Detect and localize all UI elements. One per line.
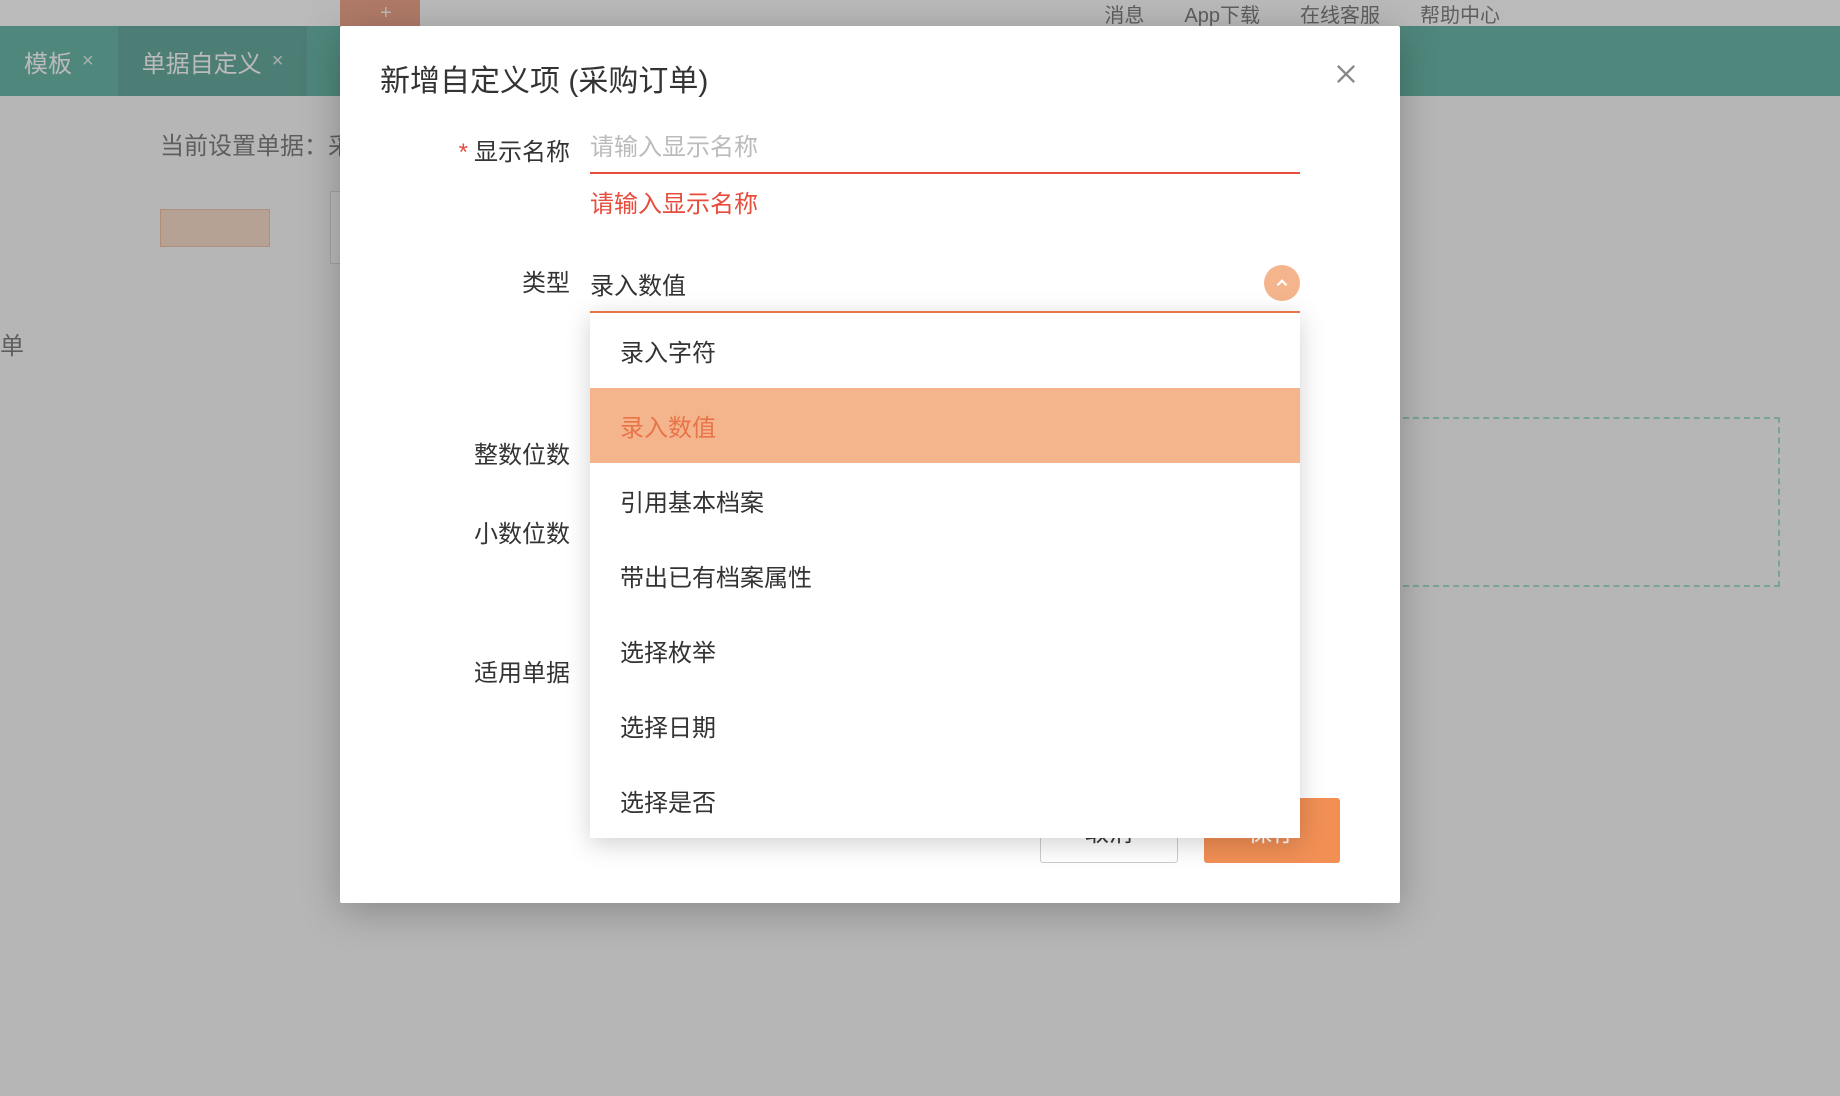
required-asterisk: * — [459, 139, 468, 166]
label-int-digits: 整数位数 — [340, 433, 590, 470]
option-enum[interactable]: 选择枚举 — [590, 613, 1300, 688]
display-name-input[interactable] — [590, 130, 1300, 174]
error-display-name: 请输入显示名称 — [590, 184, 1300, 219]
field-display-name: *显示名称 请输入显示名称 — [340, 130, 1300, 219]
label-dec-digits: 小数位数 — [340, 512, 590, 549]
modal-form: *显示名称 请输入显示名称 类型 录入数值 录入字符 录入数值 — [340, 130, 1400, 706]
type-select[interactable]: 录入数值 — [590, 261, 1300, 313]
label-apply-doc: 适用单据 — [410, 651, 590, 688]
add-custom-field-modal: 新增自定义项 (采购订单) *显示名称 请输入显示名称 类型 录入数值 — [340, 26, 1400, 903]
close-icon[interactable] — [1332, 60, 1360, 96]
control-display-name: 请输入显示名称 — [590, 130, 1300, 219]
label-display-name: *显示名称 — [340, 130, 590, 167]
label-type: 类型 — [340, 261, 590, 298]
type-selected-value: 录入数值 — [590, 266, 686, 301]
modal-header: 新增自定义项 (采购订单) — [340, 26, 1400, 130]
option-input-number[interactable]: 录入数值 — [590, 388, 1300, 463]
chevron-up-icon — [1264, 265, 1300, 301]
option-date[interactable]: 选择日期 — [590, 688, 1300, 763]
modal-title: 新增自定义项 (采购订单) — [380, 56, 708, 100]
field-type: 类型 录入数值 录入字符 录入数值 引用基本档案 带出已有档案属性 选择枚举 选… — [340, 261, 1300, 313]
option-ref-archive[interactable]: 引用基本档案 — [590, 463, 1300, 538]
type-dropdown: 录入字符 录入数值 引用基本档案 带出已有档案属性 选择枚举 选择日期 选择是否 — [590, 311, 1300, 838]
option-boolean[interactable]: 选择是否 — [590, 763, 1300, 838]
control-type: 录入数值 — [590, 261, 1300, 313]
option-bring-archive-attr[interactable]: 带出已有档案属性 — [590, 538, 1300, 613]
option-input-text[interactable]: 录入字符 — [590, 313, 1300, 388]
